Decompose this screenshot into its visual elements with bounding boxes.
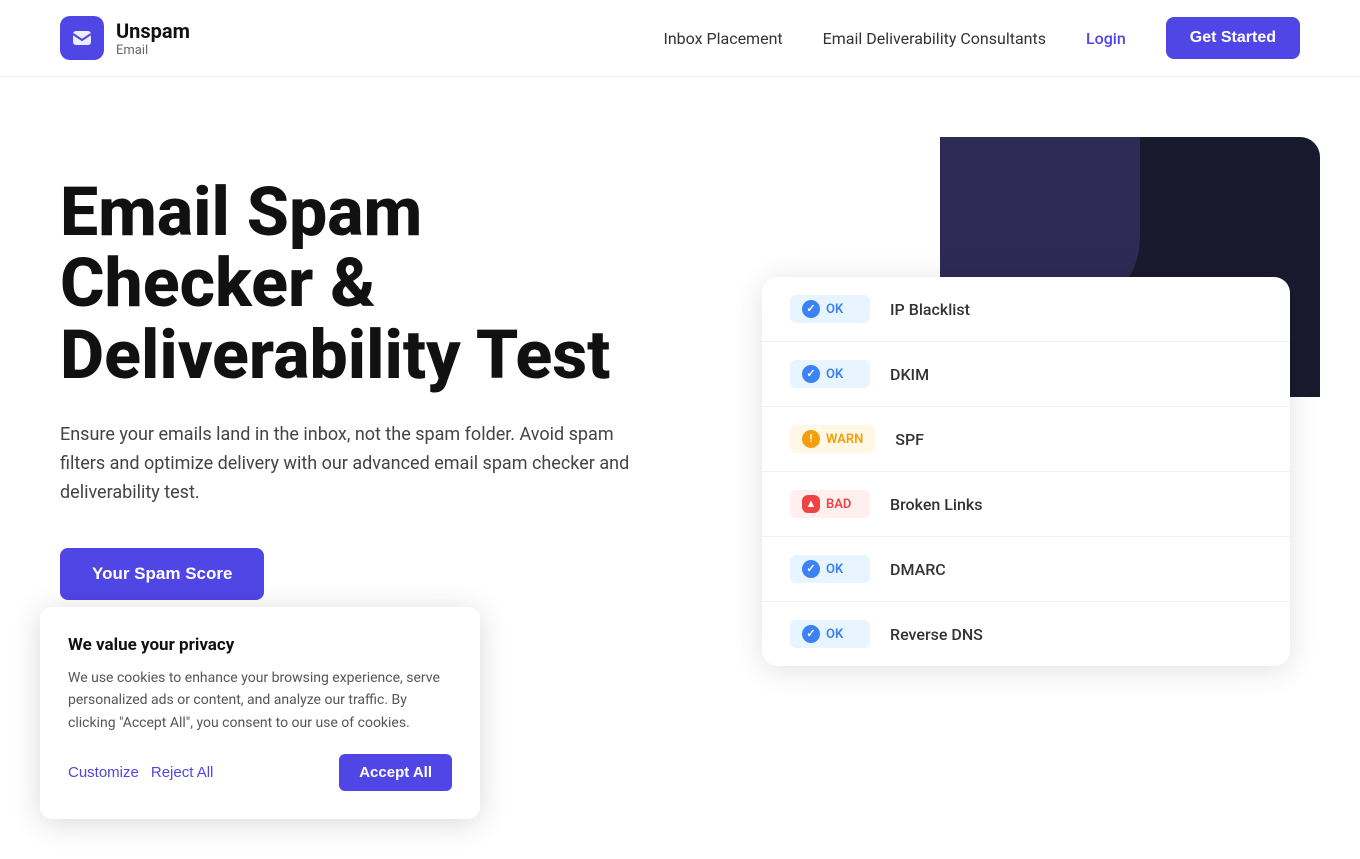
left-content: Email Spam Checker & Deliverability Test…	[60, 137, 742, 600]
hero-title-line2: Checker &	[60, 243, 376, 323]
nav-inbox-placement[interactable]: Inbox Placement	[663, 29, 782, 48]
bad-icon-links: ▲	[802, 495, 820, 513]
checklist-card: ✓ OK IP Blacklist ✓ OK DKIM ! WARN SPF	[762, 277, 1290, 666]
privacy-text: We use cookies to enhance your browsing …	[68, 667, 452, 734]
check-label-links: Broken Links	[890, 495, 982, 514]
nav-consultants[interactable]: Email Deliverability Consultants	[823, 29, 1046, 48]
logo-text: Unspam Email	[116, 19, 190, 58]
check-label-dkim: DKIM	[890, 365, 929, 384]
privacy-title: We value your privacy	[68, 635, 452, 655]
check-icon-dkim: ✓	[802, 365, 820, 383]
reject-all-button[interactable]: Reject All	[151, 754, 214, 791]
checklist-row-dkim: ✓ OK DKIM	[762, 342, 1290, 407]
check-icon-rdns: ✓	[802, 625, 820, 643]
hero-subtitle: Ensure your emails land in the inbox, no…	[60, 421, 640, 507]
badge-bad-links: ▲ BAD	[790, 490, 870, 518]
badge-label-spf: WARN	[826, 432, 863, 447]
badge-label-links: BAD	[826, 497, 851, 512]
nav-links: Inbox Placement Email Deliverability Con…	[663, 17, 1300, 59]
logo-subtitle: Email	[116, 43, 190, 58]
get-started-button[interactable]: Get Started	[1166, 17, 1300, 59]
check-label-ip: IP Blacklist	[890, 300, 970, 319]
badge-ok-rdns: ✓ OK	[790, 620, 870, 648]
badge-label-ip: OK	[826, 302, 843, 317]
hero-title-line3: Deliverability Test	[60, 315, 610, 395]
badge-warn-spf: ! WARN	[790, 425, 875, 453]
logo-icon	[60, 16, 104, 60]
customize-button[interactable]: Customize	[68, 754, 139, 791]
checklist-row-ip-blacklist: ✓ OK IP Blacklist	[762, 277, 1290, 342]
hero-title: Email Spam Checker & Deliverability Test	[60, 177, 742, 391]
badge-label-rdns: OK	[826, 627, 843, 642]
check-icon-dmarc: ✓	[802, 560, 820, 578]
badge-ok-dmarc: ✓ OK	[790, 555, 870, 583]
accept-all-button[interactable]: Accept All	[339, 754, 452, 791]
logo-area: Unspam Email	[60, 16, 190, 60]
checklist-row-spf: ! WARN SPF	[762, 407, 1290, 472]
badge-label-dkim: OK	[826, 367, 843, 382]
right-content: ✓ OK IP Blacklist ✓ OK DKIM ! WARN SPF	[742, 137, 1300, 757]
badge-ok-ip: ✓ OK	[790, 295, 870, 323]
checklist-row-dmarc: ✓ OK DMARC	[762, 537, 1290, 602]
badge-ok-dkim: ✓ OK	[790, 360, 870, 388]
nav-login[interactable]: Login	[1086, 29, 1126, 48]
checklist-row-reverse-dns: ✓ OK Reverse DNS	[762, 602, 1290, 666]
spam-score-button[interactable]: Your Spam Score	[60, 548, 264, 600]
check-label-dmarc: DMARC	[890, 560, 946, 579]
badge-label-dmarc: OK	[826, 562, 843, 577]
check-label-spf: SPF	[895, 430, 924, 449]
privacy-banner: We value your privacy We use cookies to …	[40, 607, 480, 819]
check-icon-ip: ✓	[802, 300, 820, 318]
logo-name: Unspam	[116, 19, 190, 43]
header: Unspam Email Inbox Placement Email Deliv…	[0, 0, 1360, 77]
privacy-buttons: Customize Reject All Accept All	[68, 754, 452, 791]
warn-icon-spf: !	[802, 430, 820, 448]
check-label-rdns: Reverse DNS	[890, 625, 983, 644]
checklist-row-broken-links: ▲ BAD Broken Links	[762, 472, 1290, 537]
hero-title-line1: Email Spam	[60, 172, 422, 252]
